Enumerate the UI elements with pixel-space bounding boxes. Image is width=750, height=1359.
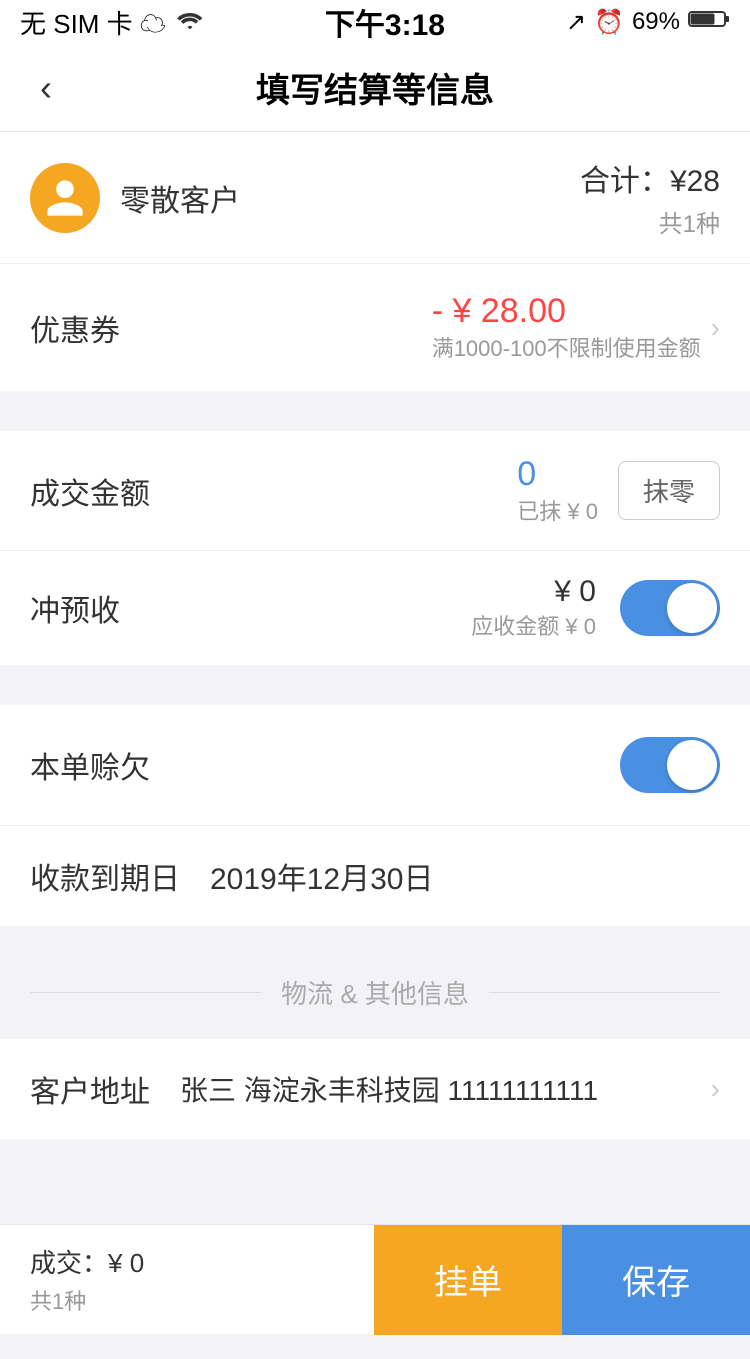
customer-left: 零散客户 [30, 163, 240, 233]
transaction-section: 成交金额 0 已抹 ¥ 0 抹零 冲预收 ¥ 0 应收金额 ¥ 0 [0, 431, 750, 665]
logistics-line-left [30, 992, 261, 993]
duedate-value: 2019年12月30日 [210, 854, 433, 898]
logistics-line-right [489, 992, 720, 993]
nav-bar: ‹ 填写结算等信息 [0, 44, 750, 132]
prepay-amount: ¥ 0 [471, 575, 596, 609]
prepay-label: 冲预收 [30, 586, 120, 630]
duedate-row: 收款到期日 2019年12月30日 [0, 825, 750, 926]
debt-row: 本单赊欠 [0, 705, 750, 825]
no-sim-label: 无 SIM 卡 ☁ [20, 4, 166, 41]
alarm-icon: ⏰ [594, 8, 624, 37]
duedate-label: 收款到期日 [30, 854, 180, 898]
location-icon: ↗ [566, 8, 586, 37]
debt-section: 本单赊欠 收款到期日 2019年12月30日 [0, 705, 750, 926]
total-amount: ¥28 [670, 165, 720, 198]
transaction-right: 0 已抹 ¥ 0 抹零 [517, 455, 720, 526]
prepay-right: ¥ 0 应收金额 ¥ 0 [471, 575, 720, 641]
debt-label: 本单赊欠 [30, 743, 150, 787]
save-button[interactable]: 保存 [562, 1225, 750, 1335]
section-divider-2 [0, 685, 750, 705]
round-zero-button[interactable]: 抹零 [618, 461, 720, 520]
transaction-sub: 已抹 ¥ 0 [517, 494, 598, 526]
page-title: 填写结算等信息 [256, 63, 494, 112]
address-chevron-icon: › [711, 1073, 720, 1105]
transaction-value: 0 [517, 455, 598, 494]
customer-row: 零散客户 合计：¥28 共1种 [0, 132, 750, 263]
battery-label: 69% [632, 8, 680, 36]
address-label: 客户地址 [30, 1067, 150, 1111]
bottom-deal-amount: ¥ 0 [108, 1248, 144, 1278]
toggle-knob [667, 583, 717, 633]
bottom-info: 成交：¥ 0 共1种 [0, 1243, 374, 1316]
address-value: 张三 海淀永丰科技园 11111111111 [180, 1069, 711, 1109]
prepay-toggle[interactable] [620, 580, 720, 636]
status-right: ↗ ⏰ 69% [566, 8, 730, 37]
logistics-text: 物流 & 其他信息 [281, 974, 469, 1011]
coupon-description: 满1000-100不限制使用金额 [432, 331, 701, 363]
customer-total-block: 合计：¥28 共1种 [580, 156, 720, 239]
status-time: 下午3:18 [325, 0, 445, 44]
section-divider-1 [0, 411, 750, 431]
debt-toggle[interactable] [620, 737, 720, 793]
debt-toggle-knob [667, 740, 717, 790]
status-bar: 无 SIM 卡 ☁ 下午3:18 ↗ ⏰ 69% [0, 0, 750, 44]
bottom-deal-row: 成交：¥ 0 [30, 1243, 344, 1280]
prepay-amount-block: ¥ 0 应收金额 ¥ 0 [471, 575, 596, 641]
coupon-chevron-icon: › [711, 312, 720, 344]
transaction-row: 成交金额 0 已抹 ¥ 0 抹零 [0, 431, 750, 550]
address-row[interactable]: 客户地址 张三 海淀永丰科技园 11111111111 › [0, 1039, 750, 1139]
customer-name: 零散客户 [120, 176, 240, 220]
bottom-deal-label: 成交： [30, 1248, 108, 1278]
coupon-right: - ¥ 28.00 满1000-100不限制使用金额 › [432, 292, 720, 363]
coupon-row[interactable]: 优惠券 - ¥ 28.00 满1000-100不限制使用金额 › [0, 263, 750, 391]
prepay-sub: 应收金额 ¥ 0 [471, 609, 596, 641]
customer-section: 零散客户 合计：¥28 共1种 优惠券 - ¥ 28.00 满1000-100不… [0, 132, 750, 391]
address-section: 客户地址 张三 海淀永丰科技园 11111111111 › [0, 1039, 750, 1139]
transaction-label: 成交金额 [30, 469, 150, 513]
pending-button[interactable]: 挂单 [374, 1225, 562, 1335]
total-label: 合计： [580, 165, 670, 198]
customer-count: 共1种 [580, 204, 720, 239]
wifi-icon [176, 7, 204, 38]
coupon-discount: - ¥ 28.00 [432, 292, 701, 331]
bottom-count: 共1种 [30, 1284, 344, 1316]
bottom-bar: 成交：¥ 0 共1种 挂单 保存 [0, 1224, 750, 1334]
battery-icon [688, 8, 730, 37]
prepay-row: 冲预收 ¥ 0 应收金额 ¥ 0 [0, 550, 750, 665]
coupon-label: 优惠券 [30, 306, 120, 350]
avatar [30, 163, 100, 233]
logistics-divider: 物流 & 其他信息 [0, 946, 750, 1039]
status-left: 无 SIM 卡 ☁ [20, 4, 204, 41]
customer-total: 合计：¥28 [580, 156, 720, 200]
back-button[interactable]: ‹ [30, 57, 62, 119]
